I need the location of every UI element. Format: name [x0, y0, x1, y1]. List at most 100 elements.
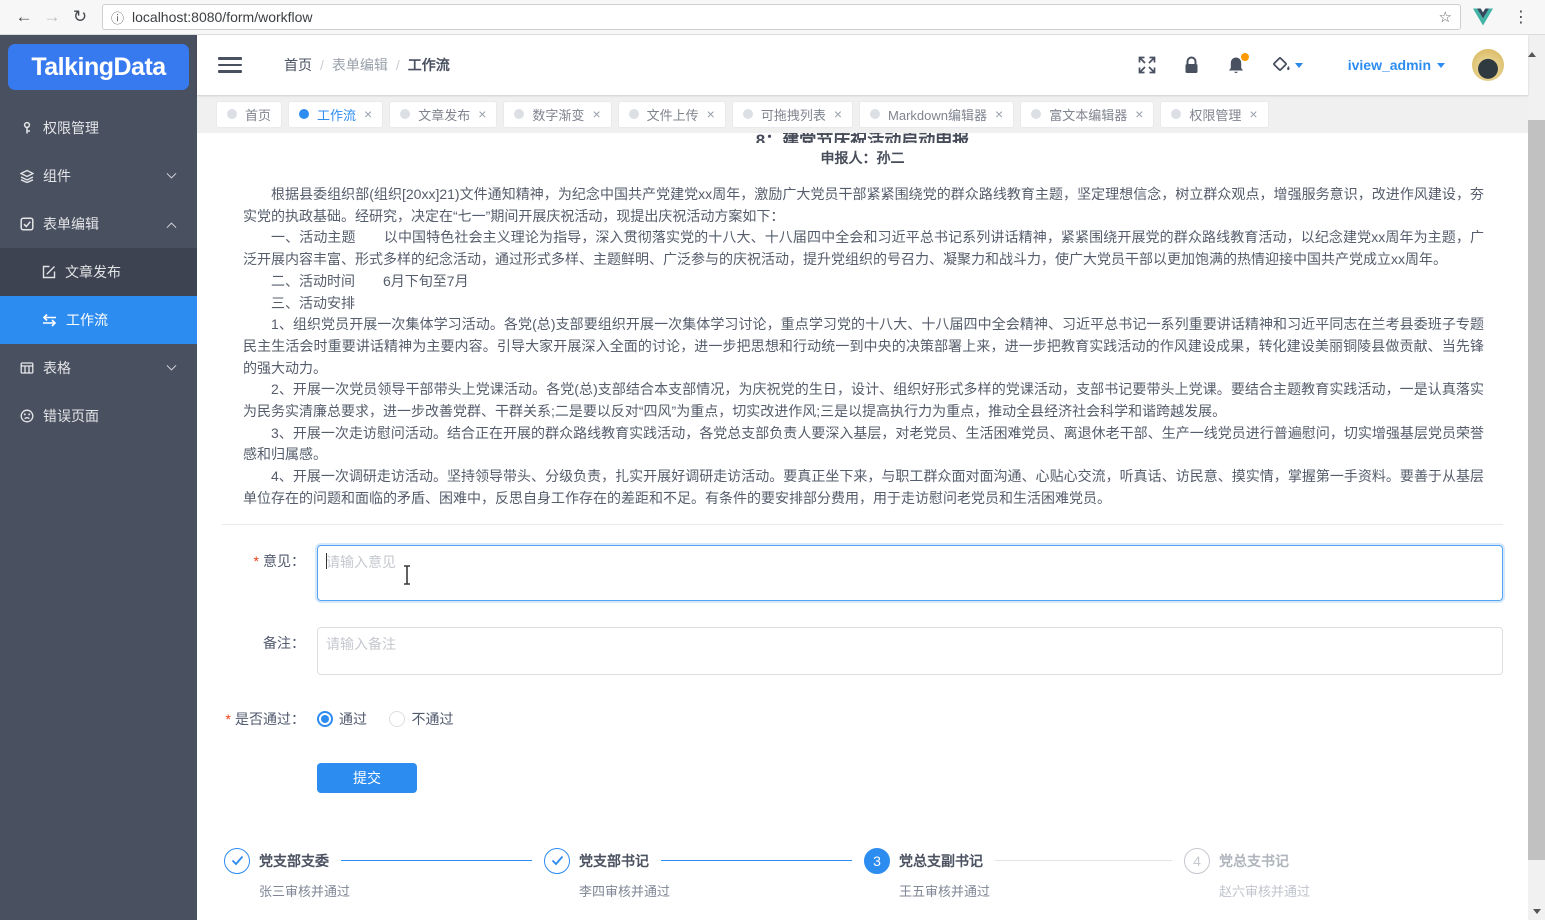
reload-icon[interactable]: ↻: [66, 7, 94, 27]
username: iview_admin: [1347, 57, 1431, 73]
sidebar-item-label: 表格: [43, 360, 71, 376]
paragraph: 一、活动主题 以中国特色社会主义理论为指导，深入贯彻落实党的十八大、十八届四中全…: [243, 229, 1484, 268]
close-icon[interactable]: ×: [707, 107, 715, 121]
breadcrumb-home[interactable]: 首页: [284, 55, 312, 75]
text-caret: [326, 552, 327, 569]
radio-fail[interactable]: [389, 710, 406, 727]
sidebar-item-label: 工作流: [66, 312, 108, 328]
tab-dot-icon: [1031, 109, 1042, 119]
sidebar-item-label: 文章发布: [65, 264, 121, 280]
close-icon[interactable]: ×: [1135, 107, 1143, 121]
radio-pass-label[interactable]: 通过: [339, 711, 367, 727]
avatar[interactable]: [1472, 49, 1504, 81]
tab-label: 工作流: [317, 107, 357, 123]
note-textarea[interactable]: [317, 626, 1503, 675]
key-icon: [23, 121, 31, 134]
breadcrumb-workflow: 工作流: [407, 57, 450, 73]
applicant: 申报人：孙二: [820, 150, 905, 166]
tab-dot-icon: [742, 109, 753, 119]
step-content: 李四审核并通过: [579, 883, 671, 899]
breadcrumb: 首页 / 表单编辑 / 工作流: [284, 55, 450, 75]
step-title: 党支部书记: [579, 852, 649, 869]
pass-label: * 是否通过：: [225, 711, 305, 728]
close-icon[interactable]: ×: [364, 107, 372, 121]
opinion-label: * 意见：: [253, 552, 305, 569]
tab-dot-icon: [400, 109, 411, 119]
theme-switch-icon[interactable]: [1272, 56, 1303, 74]
approval-form: *意见： 备注： *是: [197, 544, 1528, 793]
submit-button[interactable]: 提交: [317, 762, 417, 793]
page-tabs: 首页 工作流 × 文章发布 × 数字渐变 × 文件上传 × 可拖拽列表 × Ma…: [197, 95, 1528, 133]
radio-pass[interactable]: [317, 710, 333, 727]
tab-dot-icon: [1171, 109, 1182, 119]
bookmark-star-icon[interactable]: ☆: [1439, 8, 1452, 26]
back-icon[interactable]: ←: [10, 7, 38, 27]
radio-fail-label[interactable]: 不通过: [411, 711, 453, 727]
close-icon[interactable]: ×: [592, 107, 600, 121]
page-scrollbar[interactable]: [1528, 35, 1545, 920]
tab-number-gradient[interactable]: 数字渐变 ×: [503, 100, 612, 128]
sidebar-subitem-article-publish[interactable]: 文章发布: [0, 248, 197, 296]
sidebar-toggle-icon[interactable]: [218, 53, 242, 77]
paragraph: 1、组织党员开展一次集体学习活动。各党(总)支部要组织开展一次集体学习讨论，重点…: [243, 316, 1484, 376]
caret-down-icon: [1437, 62, 1445, 68]
info-icon[interactable]: ⓘ: [111, 8, 124, 27]
tab-label: 数字渐变: [532, 107, 585, 123]
tab-dot-icon: [870, 109, 881, 119]
tab-label: 文件上传: [646, 107, 699, 123]
tab-dot-icon: [299, 109, 310, 119]
browser-menu-icon[interactable]: ⋮: [1507, 7, 1535, 27]
scrollbar-thumb[interactable]: [1528, 120, 1545, 860]
chevron-down-icon: [166, 360, 177, 371]
paragraph: 3、开展一次走访慰问活动。结合正在开展的群众路线教育实践活动，各党总支部负责人要…: [243, 424, 1484, 463]
sidebar-item-permission[interactable]: 权限管理: [0, 104, 197, 152]
breadcrumb-separator: /: [395, 57, 400, 73]
workflow-icon: [42, 313, 57, 327]
breadcrumb-separator: /: [320, 57, 324, 73]
required-mark: *: [253, 552, 259, 569]
close-icon[interactable]: ×: [995, 107, 1003, 121]
required-mark: *: [225, 711, 231, 728]
sidebar-subitem-workflow[interactable]: 工作流: [0, 296, 197, 344]
sidebar-item-error-page[interactable]: 错误页面: [0, 392, 197, 440]
document-body: 根据县委组织部(组织[20xx]21)文件通知精神，为纪念中国共产党建党xx周年…: [243, 184, 1484, 510]
tab-label: 首页: [245, 107, 272, 123]
lock-icon[interactable]: [1183, 56, 1200, 74]
logo[interactable]: TalkingData: [8, 44, 189, 90]
step-general-secretary: 4 党总支书记 赵六审核并通过: [1184, 847, 1310, 900]
close-icon[interactable]: ×: [478, 107, 486, 121]
sidebar-item-components[interactable]: 组件: [0, 152, 197, 200]
note-label: 备注：: [263, 634, 305, 651]
tab-workflow[interactable]: 工作流 ×: [288, 100, 384, 128]
url-text[interactable]: localhost:8080/form/workflow: [132, 9, 1439, 25]
forward-icon[interactable]: →: [38, 7, 66, 27]
breadcrumb-form-edit[interactable]: 表单编辑: [332, 55, 388, 75]
scroll-down-icon[interactable]: [1532, 909, 1541, 914]
tab-draggable-list[interactable]: 可拖拽列表 ×: [731, 100, 854, 128]
tab-file-upload[interactable]: 文件上传 ×: [617, 100, 726, 128]
table-icon: [20, 362, 34, 374]
tab-dot-icon: [628, 109, 639, 119]
step-title: 党支部支委: [259, 852, 329, 869]
tab-article-publish[interactable]: 文章发布 ×: [389, 100, 498, 128]
user-menu[interactable]: iview_admin: [1348, 57, 1445, 73]
notification-bell-icon[interactable]: [1227, 52, 1249, 75]
tab-label: 富文本编辑器: [1049, 107, 1128, 123]
close-icon[interactable]: ×: [834, 107, 842, 121]
tab-label: 权限管理: [1189, 107, 1242, 123]
close-icon[interactable]: ×: [1249, 107, 1257, 121]
step-title: 党总支书记: [1219, 852, 1289, 869]
sidebar-item-form-edit[interactable]: 表单编辑: [0, 200, 197, 248]
scroll-up-icon[interactable]: [1528, 35, 1536, 57]
tab-richtext-editor[interactable]: 富文本编辑器 ×: [1020, 100, 1155, 128]
url-bar[interactable]: ⓘ localhost:8080/form/workflow ☆: [102, 4, 1461, 30]
tab-home[interactable]: 首页: [216, 100, 283, 128]
tab-markdown-editor[interactable]: Markdown编辑器 ×: [859, 100, 1015, 128]
chevron-up-icon: [166, 221, 177, 232]
tab-permission[interactable]: 权限管理 ×: [1160, 100, 1269, 128]
vue-devtools-icon[interactable]: [1473, 8, 1493, 26]
opinion-textarea[interactable]: [317, 544, 1503, 601]
sidebar-item-table[interactable]: 表格: [0, 344, 197, 392]
paragraph: 二、活动时间 6月下旬至7月: [271, 272, 469, 289]
fullscreen-icon[interactable]: [1138, 56, 1156, 74]
